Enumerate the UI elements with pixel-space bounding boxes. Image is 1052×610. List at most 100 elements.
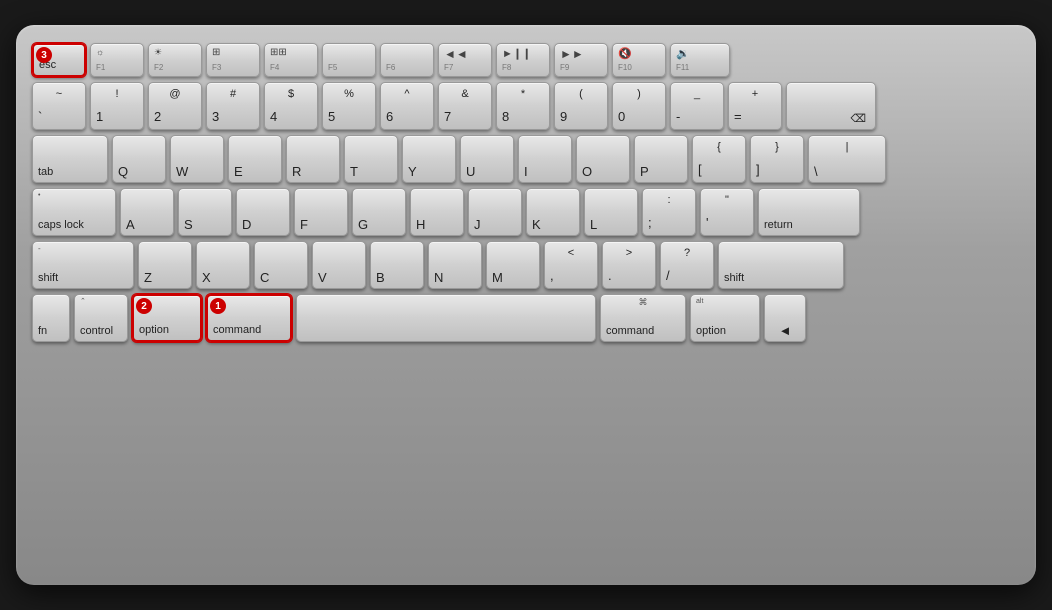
command-r-icon: ⌘	[639, 298, 648, 307]
key-backtick[interactable]: ~ `	[32, 82, 86, 130]
key-space[interactable]	[296, 294, 596, 342]
key-f1[interactable]: ☼ F1	[90, 43, 144, 77]
key-d[interactable]: D	[236, 188, 290, 236]
p-label: P	[640, 165, 649, 178]
key-m[interactable]: M	[486, 241, 540, 289]
s-label: S	[184, 218, 193, 231]
q-label: Q	[118, 165, 128, 178]
u-label: U	[466, 165, 475, 178]
key-8[interactable]: * 8	[496, 82, 550, 130]
key-l[interactable]: L	[584, 188, 638, 236]
key-x[interactable]: X	[196, 241, 250, 289]
key-1[interactable]: ! 1	[90, 82, 144, 130]
key-backslash[interactable]: | \	[808, 135, 886, 183]
key-comma[interactable]: < ,	[544, 241, 598, 289]
key-k[interactable]: K	[526, 188, 580, 236]
key-slash[interactable]: ? /	[660, 241, 714, 289]
c-label: C	[260, 271, 269, 284]
key-n[interactable]: N	[428, 241, 482, 289]
key-f11[interactable]: 🔉 F11	[670, 43, 730, 77]
key-u[interactable]: U	[460, 135, 514, 183]
key-j[interactable]: J	[468, 188, 522, 236]
shift-l-dash: -	[38, 245, 41, 253]
f7-icon: ◄◄	[444, 47, 468, 61]
f10-label: F10	[618, 64, 632, 72]
key-lbracket[interactable]: { [	[692, 135, 746, 183]
key-semicolon[interactable]: : ;	[642, 188, 696, 236]
key-f6[interactable]: F6	[380, 43, 434, 77]
key-f[interactable]: F	[294, 188, 348, 236]
key-7[interactable]: & 7	[438, 82, 492, 130]
home-row: • caps lock A S D F G H J K L :	[32, 188, 1020, 236]
key-f9[interactable]: ►► F9	[554, 43, 608, 77]
key-minus[interactable]: _ -	[670, 82, 724, 130]
key-p[interactable]: P	[634, 135, 688, 183]
key-q[interactable]: Q	[112, 135, 166, 183]
key-e[interactable]: E	[228, 135, 282, 183]
key-t[interactable]: T	[344, 135, 398, 183]
key-backspace[interactable]: ⌫	[786, 82, 876, 130]
key-c[interactable]: C	[254, 241, 308, 289]
key-quote[interactable]: " '	[700, 188, 754, 236]
minus-top: _	[694, 88, 700, 100]
option-r-icon: alt	[696, 298, 754, 305]
f3-label: F3	[212, 64, 221, 72]
key7-bot: 7	[444, 109, 451, 124]
key-equals[interactable]: + =	[728, 82, 782, 130]
key-f3[interactable]: ⊞ F3	[206, 43, 260, 77]
bottom-row: fn ⌃ control 2 alt option 1 ⌘ command ⌘ …	[32, 294, 1020, 342]
key-return[interactable]: return	[758, 188, 860, 236]
key-tab[interactable]: tab	[32, 135, 108, 183]
badge-esc: 3	[36, 47, 52, 63]
key-h[interactable]: H	[410, 188, 464, 236]
key-esc[interactable]: 3 esc	[32, 43, 86, 77]
key-shift-right[interactable]: shift	[718, 241, 844, 289]
shift-row: - shift Z X C V B N M < , > .	[32, 241, 1020, 289]
key-f5[interactable]: F5	[322, 43, 376, 77]
key-s[interactable]: S	[178, 188, 232, 236]
backtick-bot: `	[38, 109, 42, 124]
key-a[interactable]: A	[120, 188, 174, 236]
key-f2[interactable]: ☀ F2	[148, 43, 202, 77]
key-f8[interactable]: ►❙❙ F8	[496, 43, 550, 77]
key-shift-left[interactable]: - shift	[32, 241, 134, 289]
key-control[interactable]: ⌃ control	[74, 294, 128, 342]
period-bot: .	[608, 268, 612, 283]
key-f4[interactable]: ⊞⊞ F4	[264, 43, 318, 77]
key-capslock[interactable]: • caps lock	[32, 188, 116, 236]
key-9[interactable]: ( 9	[554, 82, 608, 130]
command-right-label: command	[606, 326, 654, 337]
f11-icon: 🔉	[676, 47, 690, 60]
key-z[interactable]: Z	[138, 241, 192, 289]
key-r[interactable]: R	[286, 135, 340, 183]
key-b[interactable]: B	[370, 241, 424, 289]
key-6[interactable]: ^ 6	[380, 82, 434, 130]
option-right-label: option	[696, 326, 726, 337]
key-v[interactable]: V	[312, 241, 366, 289]
key-y[interactable]: Y	[402, 135, 456, 183]
key-0[interactable]: ) 0	[612, 82, 666, 130]
capslock-label: caps lock	[38, 220, 84, 231]
key-g[interactable]: G	[352, 188, 406, 236]
key-4[interactable]: $ 4	[264, 82, 318, 130]
key-option-right[interactable]: alt option	[690, 294, 760, 342]
key5-top: %	[344, 88, 354, 100]
key-option-left[interactable]: 2 alt option	[132, 294, 202, 342]
backslash-label: \	[814, 165, 818, 178]
key-i[interactable]: I	[518, 135, 572, 183]
key-rbracket[interactable]: } ]	[750, 135, 804, 183]
key-f10[interactable]: 🔇 F10	[612, 43, 666, 77]
semicolon-bot: ;	[648, 215, 652, 230]
equals-top: +	[752, 88, 758, 100]
key-2[interactable]: @ 2	[148, 82, 202, 130]
key-o[interactable]: O	[576, 135, 630, 183]
key-command-left[interactable]: 1 ⌘ command	[206, 294, 292, 342]
key-5[interactable]: % 5	[322, 82, 376, 130]
key-w[interactable]: W	[170, 135, 224, 183]
key-fn[interactable]: fn	[32, 294, 70, 342]
key-3[interactable]: # 3	[206, 82, 260, 130]
key-arrow-left[interactable]: ◄	[764, 294, 806, 342]
key-command-right[interactable]: ⌘ command	[600, 294, 686, 342]
key-period[interactable]: > .	[602, 241, 656, 289]
key-f7[interactable]: ◄◄ F7	[438, 43, 492, 77]
